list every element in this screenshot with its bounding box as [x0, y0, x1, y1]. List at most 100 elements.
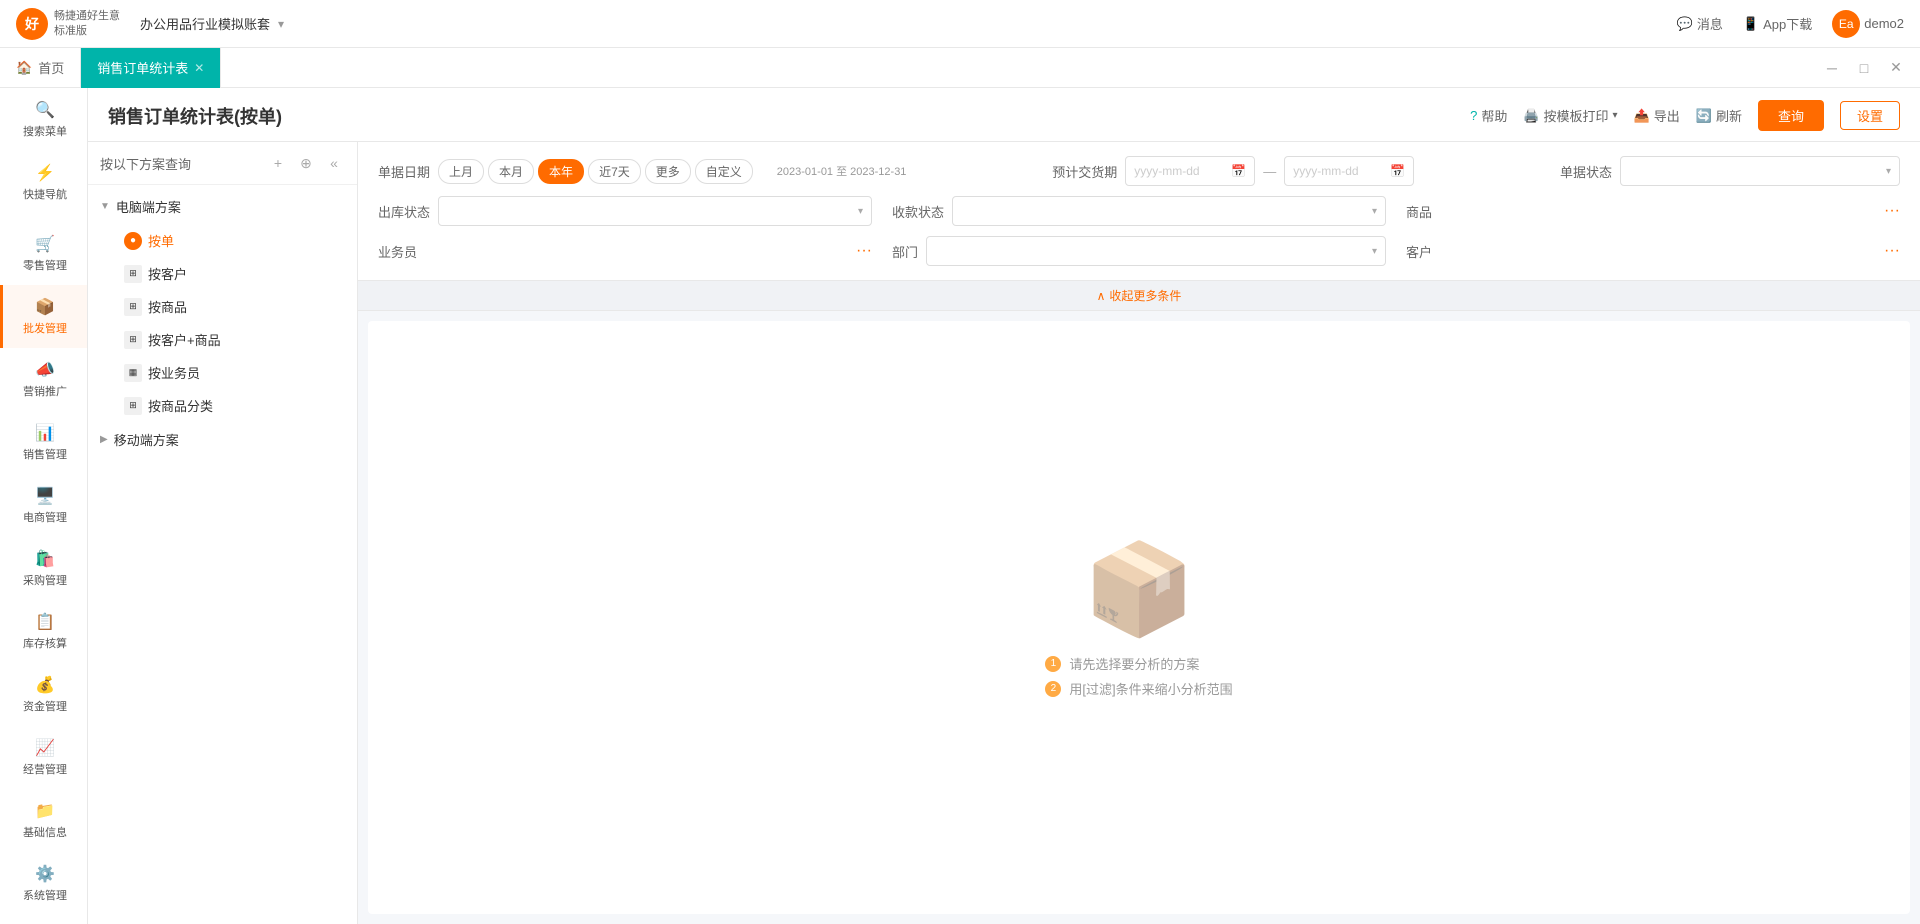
- window-close-btn[interactable]: ✕: [1884, 56, 1908, 80]
- topbar-right: 💬 消息 📱 App下载 Ea demo2: [1677, 10, 1904, 38]
- calendar-icon-end: 📅: [1390, 164, 1405, 178]
- customer-dots[interactable]: ···: [1884, 242, 1900, 260]
- sidebar-item-basic[interactable]: 📁 基础信息: [0, 789, 87, 852]
- shipment-select[interactable]: ▾: [438, 196, 872, 226]
- product-label: 商品: [1406, 202, 1432, 221]
- settings-btn[interactable]: 设置: [1840, 101, 1900, 130]
- tree-item-by-product[interactable]: ⊞ 按商品: [88, 290, 357, 323]
- tree-group-desktop[interactable]: ▼ 电脑端方案: [88, 189, 357, 224]
- export-btn[interactable]: 📤 导出: [1634, 106, 1680, 125]
- date-btn-custom[interactable]: 自定义: [695, 159, 753, 184]
- wholesale-icon: 📦: [35, 297, 55, 317]
- by-product-icon: ⊞: [124, 298, 142, 316]
- tip-text-1: 请先选择要分析的方案: [1069, 654, 1199, 673]
- basic-icon: 📁: [35, 801, 55, 821]
- window-minimize-btn[interactable]: ─: [1820, 56, 1844, 80]
- dept-chevron: ▾: [1372, 246, 1377, 257]
- tabbar: 🏠 首页 销售订单统计表 ✕ ─ □ ✕: [0, 48, 1920, 88]
- filter-section: 单据日期 上月 本月 本年 近7天 更多 自定义 2023-01-0: [358, 142, 1920, 281]
- tab-sales-stat[interactable]: 销售订单统计表 ✕: [81, 48, 221, 88]
- query-btn[interactable]: 查询: [1758, 100, 1824, 131]
- app-download-btn[interactable]: 📱 App下载: [1743, 14, 1812, 33]
- left-panel-title: 按以下方案查询: [100, 154, 191, 173]
- left-panel: 按以下方案查询 + ⊕ « ▼ 电脑端方案 ●: [88, 142, 358, 924]
- user-profile[interactable]: Ea demo2: [1832, 10, 1904, 38]
- sidebar-item-inventory[interactable]: 📋 库存核算: [0, 600, 87, 663]
- topbar-left: 好 畅捷通好生意 标准版 办公用品行业模拟账套 ▾: [16, 8, 284, 40]
- tree-item-by-customer[interactable]: ⊞ 按客户: [88, 257, 357, 290]
- product-dots[interactable]: ···: [1884, 202, 1900, 220]
- finance-icon: 💰: [35, 675, 55, 695]
- left-panel-settings-btn[interactable]: ⊕: [295, 152, 317, 174]
- help-btn[interactable]: ? 帮助: [1470, 106, 1507, 125]
- tab-close-icon[interactable]: ✕: [194, 61, 204, 75]
- by-salesperson-label: 按业务员: [148, 363, 200, 382]
- date-btn-last-7-days[interactable]: 近7天: [588, 159, 641, 184]
- expand-icon-desktop: ▼: [100, 201, 110, 212]
- left-panel-collapse-btn[interactable]: «: [323, 152, 345, 174]
- status-label: 单据状态: [1560, 162, 1612, 181]
- date-btn-this-month[interactable]: 本月: [488, 159, 534, 184]
- collapse-section: ∧ 收起更多条件: [358, 281, 1920, 311]
- date-range-display: 2023-01-01 至 2023-12-31: [777, 163, 907, 179]
- window-maximize-btn[interactable]: □: [1852, 56, 1876, 80]
- home-icon: 🏠: [16, 60, 32, 76]
- tab-home-label: 首页: [38, 58, 64, 77]
- dept-filter-group: 部门 ▾: [892, 236, 1386, 266]
- payment-select[interactable]: ▾: [952, 196, 1386, 226]
- tree-item-by-category[interactable]: ⊞ 按商品分类: [88, 389, 357, 422]
- sidebar-item-operation[interactable]: 📈 经营管理: [0, 726, 87, 789]
- date-btn-this-year[interactable]: 本年: [538, 159, 584, 184]
- date-btn-prev-month[interactable]: 上月: [438, 159, 484, 184]
- sidebar-item-search[interactable]: 🔍 搜索菜单: [0, 88, 87, 151]
- tree-group-mobile[interactable]: ▶ 移动端方案: [88, 422, 357, 457]
- tree-item-by-cust-prod[interactable]: ⊞ 按客户+商品: [88, 323, 357, 356]
- sidebar-item-sales[interactable]: 📊 销售管理: [0, 411, 87, 474]
- expected-date-start[interactable]: yyyy-mm-dd 📅: [1125, 156, 1255, 186]
- sidebar-item-retail[interactable]: 🛒 零售管理: [0, 222, 87, 285]
- date-btn-more[interactable]: 更多: [645, 159, 691, 184]
- tree-item-by-salesperson[interactable]: ▦ 按业务员: [88, 356, 357, 389]
- main-layout: 🔍 搜索菜单 ⚡ 快捷导航 🛒 零售管理 📦 批发管理 📣 营销推广 📊 销售管…: [0, 88, 1920, 924]
- salesperson-label: 业务员: [378, 242, 417, 261]
- dept-select[interactable]: ▾: [926, 236, 1386, 266]
- empty-tip-1: 1 请先选择要分析的方案: [1045, 654, 1232, 673]
- status-select[interactable]: ▾: [1620, 156, 1900, 186]
- top-title: 办公用品行业模拟账套: [140, 14, 270, 33]
- page-actions: ? 帮助 🖨️ 按模板打印 ▾ 📤 导出 🔄 刷新: [1470, 100, 1900, 131]
- empty-state: 📦 1 请先选择要分析的方案 2 用[过滤]条件来缩小分析范围: [368, 321, 1910, 914]
- sidebar-item-enterprise[interactable]: 🤝 企业协同: [0, 915, 87, 924]
- sidebar-item-finance[interactable]: 💰 资金管理: [0, 663, 87, 726]
- by-customer-label: 按客户: [148, 264, 187, 283]
- tab-home[interactable]: 🏠 首页: [0, 48, 81, 88]
- help-icon: ?: [1470, 108, 1477, 123]
- collapse-btn[interactable]: ∧ 收起更多条件: [1097, 287, 1182, 304]
- refresh-btn[interactable]: 🔄 刷新: [1696, 106, 1742, 125]
- operation-icon: 📈: [35, 738, 55, 758]
- by-order-label: 按单: [148, 231, 174, 250]
- customer-label: 客户: [1406, 242, 1432, 261]
- tree-item-by-order[interactable]: ● 按单: [88, 224, 357, 257]
- salesperson-dots[interactable]: ···: [856, 242, 872, 260]
- sidebar-item-shortcut[interactable]: ⚡ 快捷导航: [0, 151, 87, 214]
- avatar: Ea: [1832, 10, 1860, 38]
- expected-date-end-placeholder: yyyy-mm-dd: [1293, 164, 1358, 178]
- sidebar-item-purchase[interactable]: 🛍️ 采购管理: [0, 537, 87, 600]
- left-panel-add-btn[interactable]: +: [267, 152, 289, 174]
- top-dropdown-icon[interactable]: ▾: [278, 17, 284, 31]
- product-input-area: ···: [1440, 202, 1900, 220]
- search-icon: 🔍: [35, 100, 55, 120]
- message-btn[interactable]: 💬 消息: [1677, 14, 1723, 33]
- refresh-icon: 🔄: [1696, 108, 1712, 124]
- print-btn[interactable]: 🖨️ 按模板打印 ▾: [1523, 106, 1617, 125]
- page-title-row: 销售订单统计表(按单) ? 帮助 🖨️ 按模板打印 ▾ 📤 导出: [108, 100, 1900, 131]
- body-area: 按以下方案查询 + ⊕ « ▼ 电脑端方案 ●: [88, 142, 1920, 924]
- sidebar-item-wholesale[interactable]: 📦 批发管理: [0, 285, 87, 348]
- empty-tip-2: 2 用[过滤]条件来缩小分析范围: [1045, 679, 1232, 698]
- sidebar-item-system[interactable]: ⚙️ 系统管理: [0, 852, 87, 915]
- expected-date-end[interactable]: yyyy-mm-dd 📅: [1284, 156, 1414, 186]
- download-icon: 📱: [1743, 16, 1759, 32]
- sidebar-item-marketing[interactable]: 📣 营销推广: [0, 348, 87, 411]
- empty-tips: 1 请先选择要分析的方案 2 用[过滤]条件来缩小分析范围: [1045, 654, 1232, 698]
- sidebar-item-ecommerce[interactable]: 🖥️ 电商管理: [0, 474, 87, 537]
